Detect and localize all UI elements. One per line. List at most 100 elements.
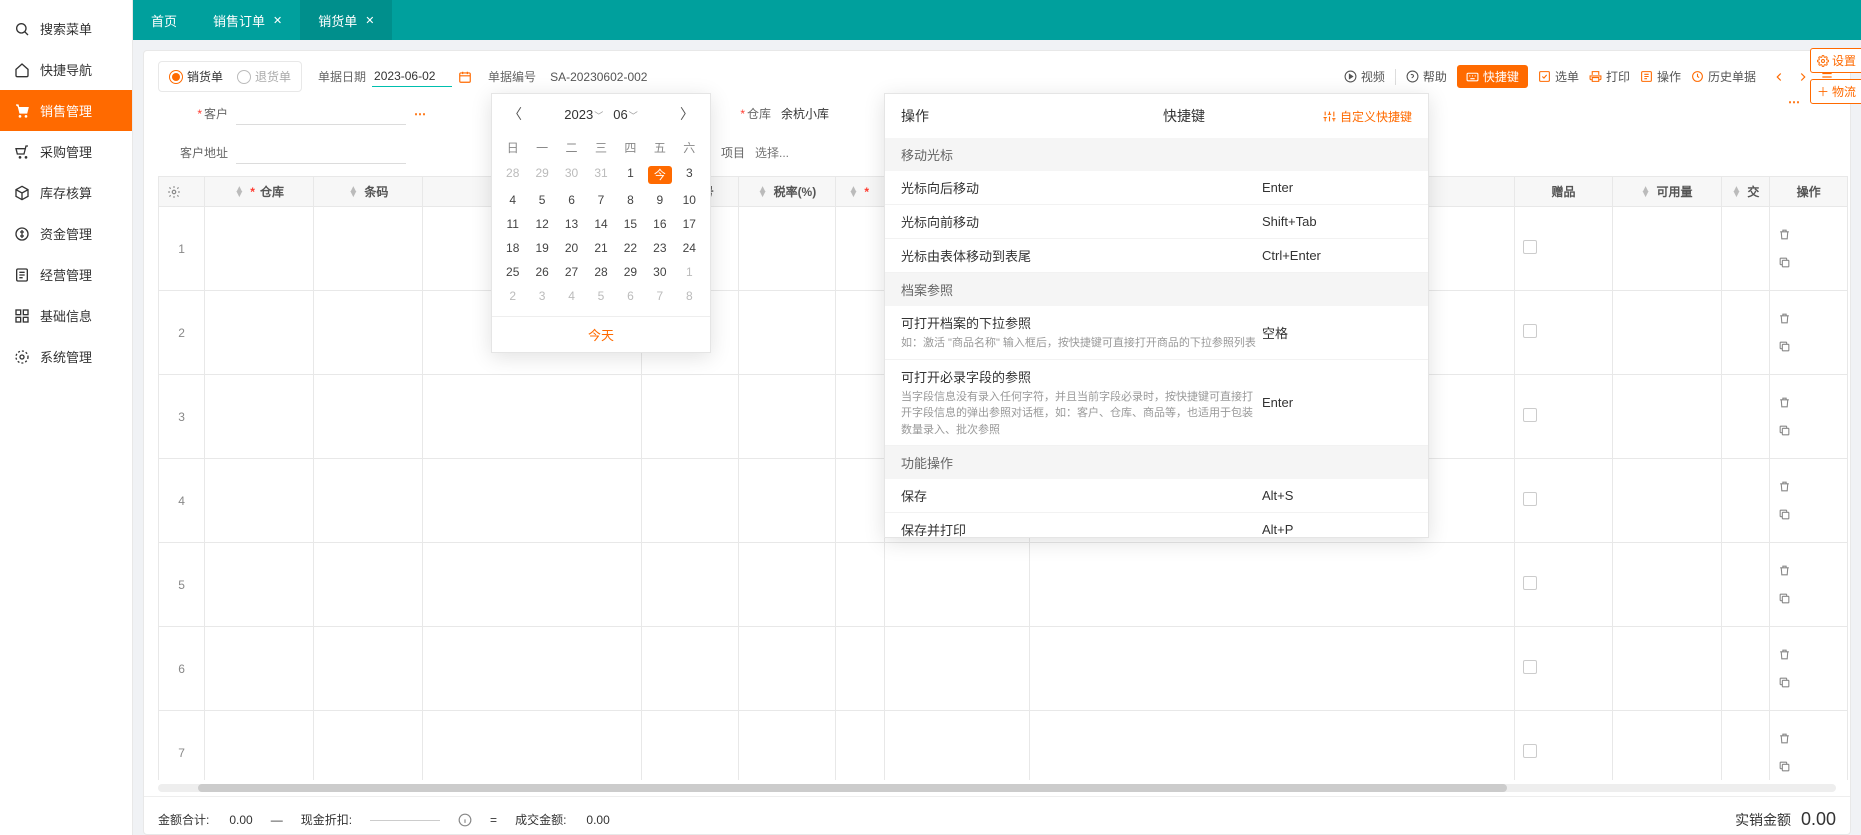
settings-button[interactable]: 设置 — [1810, 50, 1851, 73]
sort-icon[interactable]: ▲▼ — [1732, 187, 1742, 197]
toolbar-help[interactable]: 帮助 — [1406, 68, 1447, 85]
cal-next-icon[interactable]: 〉 — [674, 102, 700, 126]
cal-month[interactable]: 06﹀ — [613, 107, 637, 122]
more-icon[interactable]: ⋯ — [414, 107, 427, 121]
toolbar-video[interactable]: 视频 — [1344, 68, 1385, 85]
calendar-day[interactable]: 8 — [675, 284, 704, 308]
tab-首页[interactable]: 首页 — [133, 0, 195, 40]
calendar-day[interactable]: 22 — [616, 236, 645, 260]
calendar-day[interactable]: 13 — [557, 212, 586, 236]
calendar-day[interactable]: 6 — [616, 284, 645, 308]
gift-cell[interactable] — [1515, 207, 1612, 291]
cal-prev-icon[interactable]: 〈 — [502, 102, 528, 126]
input-warehouse[interactable] — [779, 103, 839, 125]
input-project[interactable] — [753, 142, 813, 164]
calendar-day[interactable]: 12 — [527, 212, 556, 236]
calendar-day[interactable]: 31 — [586, 161, 615, 188]
more-icon[interactable]: ⋯ — [1788, 95, 1801, 109]
calendar-day[interactable]: 7 — [586, 188, 615, 212]
gift-cell[interactable] — [1515, 627, 1612, 711]
delete-icon[interactable] — [1778, 564, 1839, 577]
toolbar-hotkey[interactable]: 快捷键 — [1457, 65, 1528, 88]
calendar-day[interactable]: 1 — [675, 260, 704, 284]
toolbar-operate[interactable]: 操作 — [1640, 68, 1681, 85]
calendar-day[interactable]: 11 — [498, 212, 527, 236]
th-warehouse[interactable]: ▲▼*仓库 — [205, 177, 314, 207]
delete-icon[interactable] — [1778, 396, 1839, 409]
calendar-day[interactable]: 4 — [557, 284, 586, 308]
calendar-day[interactable]: 今 — [645, 161, 674, 188]
calendar-today-button[interactable]: 今天 — [492, 316, 710, 352]
sidebar-item-cart[interactable]: 销售管理 — [0, 90, 132, 131]
calendar-day[interactable]: 30 — [557, 161, 586, 188]
checkbox-icon[interactable] — [1523, 660, 1537, 674]
table-row[interactable]: 7 — [159, 711, 1848, 781]
calendar-day[interactable]: 19 — [527, 236, 556, 260]
sidebar-item-gear[interactable]: 系统管理 — [0, 336, 132, 377]
delete-icon[interactable] — [1778, 480, 1839, 493]
checkbox-icon[interactable] — [1523, 408, 1537, 422]
gift-cell[interactable] — [1515, 543, 1612, 627]
th-tax[interactable]: ▲▼税率(%) — [738, 177, 835, 207]
th-avail[interactable]: ▲▼可用量 — [1612, 177, 1721, 207]
gift-cell[interactable] — [1515, 375, 1612, 459]
calendar-day[interactable]: 27 — [557, 260, 586, 284]
sort-icon[interactable]: ▲▼ — [348, 187, 358, 197]
checkbox-icon[interactable] — [1523, 576, 1537, 590]
sidebar-item-box[interactable]: 库存核算 — [0, 172, 132, 213]
calendar-day[interactable]: 29 — [527, 161, 556, 188]
sidebar-item-doc[interactable]: 经营管理 — [0, 254, 132, 295]
scrollbar-thumb[interactable] — [198, 784, 1507, 792]
close-icon[interactable]: ✕ — [273, 14, 282, 27]
sidebar-item-grid[interactable]: 基础信息 — [0, 295, 132, 336]
calendar-day[interactable]: 21 — [586, 236, 615, 260]
calendar-day[interactable]: 5 — [527, 188, 556, 212]
calendar-day[interactable]: 15 — [616, 212, 645, 236]
checkbox-icon[interactable] — [1523, 492, 1537, 506]
calendar-day[interactable]: 6 — [557, 188, 586, 212]
table-row[interactable]: 5 — [159, 543, 1848, 627]
calendar-day[interactable]: 9 — [645, 188, 674, 212]
delete-icon[interactable] — [1778, 732, 1839, 745]
gift-cell[interactable] — [1515, 291, 1612, 375]
sidebar-item-coin[interactable]: 资金管理 — [0, 213, 132, 254]
checkbox-icon[interactable] — [1523, 240, 1537, 254]
table-row[interactable]: 6 — [159, 627, 1848, 711]
calendar-day[interactable]: 18 — [498, 236, 527, 260]
th-delivery[interactable]: ▲▼交 — [1721, 177, 1770, 207]
delete-icon[interactable] — [1778, 312, 1839, 325]
delete-icon[interactable] — [1778, 648, 1839, 661]
paginate-prev-icon[interactable] — [1770, 68, 1788, 86]
calendar-day[interactable]: 2 — [498, 284, 527, 308]
calendar-day[interactable]: 25 — [498, 260, 527, 284]
calendar-day[interactable]: 28 — [586, 260, 615, 284]
sort-icon[interactable]: ▲▼ — [848, 187, 858, 197]
shortcut-custom-button[interactable]: 自定义快捷键 — [1323, 108, 1412, 125]
calendar-day[interactable]: 30 — [645, 260, 674, 284]
th-gear[interactable] — [159, 177, 205, 207]
calendar-day[interactable]: 1 — [616, 161, 645, 188]
checkbox-icon[interactable] — [1523, 744, 1537, 758]
copy-icon[interactable] — [1778, 508, 1839, 521]
calendar-day[interactable]: 5 — [586, 284, 615, 308]
calendar-day[interactable]: 23 — [645, 236, 674, 260]
sort-icon[interactable]: ▲▼ — [1641, 187, 1651, 197]
calendar-day[interactable]: 16 — [645, 212, 674, 236]
calendar-day[interactable]: 10 — [675, 188, 704, 212]
sidebar-item-cart2[interactable]: 采购管理 — [0, 131, 132, 172]
copy-icon[interactable] — [1778, 256, 1839, 269]
radio-sale[interactable]: 销货单 — [169, 68, 223, 85]
calendar-day[interactable]: 24 — [675, 236, 704, 260]
sidebar-item-home[interactable]: 快捷导航 — [0, 49, 132, 90]
copy-icon[interactable] — [1778, 676, 1839, 689]
input-addr[interactable] — [236, 141, 406, 164]
toolbar-history[interactable]: 历史单据 — [1691, 68, 1756, 85]
calendar-day[interactable]: 3 — [527, 284, 556, 308]
calendar-day[interactable]: 4 — [498, 188, 527, 212]
sort-icon[interactable]: ▲▼ — [234, 187, 244, 197]
copy-icon[interactable] — [1778, 760, 1839, 773]
discount-input[interactable] — [370, 818, 440, 821]
h-scrollbar[interactable] — [158, 784, 1836, 796]
input-date[interactable] — [372, 66, 452, 87]
calendar-day[interactable]: 29 — [616, 260, 645, 284]
